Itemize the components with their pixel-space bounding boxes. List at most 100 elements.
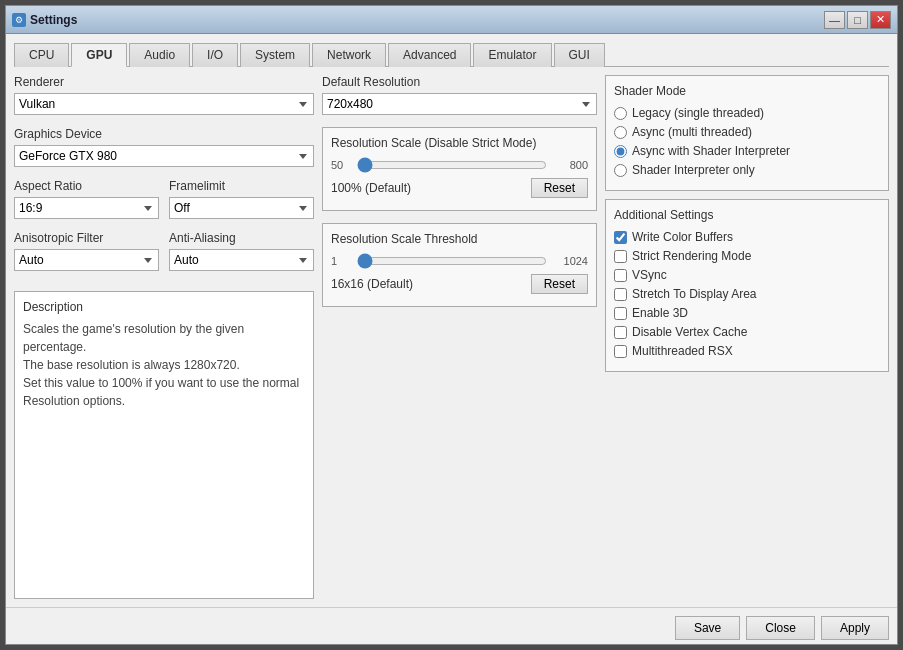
strict-rendering-row: Strict Rendering Mode bbox=[614, 249, 880, 263]
resolution-scale-label: Resolution Scale (Disable Strict Mode) bbox=[331, 136, 588, 150]
title-bar-left: ⚙ Settings bbox=[12, 13, 77, 27]
default-resolution-section: Default Resolution 720x480 1280x720 1920… bbox=[322, 75, 597, 115]
antialiasing-section: Anti-Aliasing Auto 2x 4x 8x bbox=[169, 231, 314, 271]
resolution-scale-footer: 100% (Default) Reset bbox=[331, 178, 588, 198]
tab-io[interactable]: I/O bbox=[192, 43, 238, 67]
write-color-buffers-label: Write Color Buffers bbox=[632, 230, 733, 244]
description-area: Description Scales the game's resolution… bbox=[14, 291, 314, 599]
resolution-threshold-group: Resolution Scale Threshold 1 1024 16x16 … bbox=[322, 223, 597, 307]
lower-left: Description Scales the game's resolution… bbox=[14, 283, 314, 599]
graphics-device-section: Graphics Device GeForce GTX 980 bbox=[14, 127, 314, 167]
resolution-threshold-reset-button[interactable]: Reset bbox=[531, 274, 588, 294]
shader-interpreter-only-radio[interactable] bbox=[614, 164, 627, 177]
resolution-scale-group: Resolution Scale (Disable Strict Mode) 5… bbox=[322, 127, 597, 211]
shader-legacy-row: Legacy (single threaded) bbox=[614, 106, 880, 120]
graphics-device-label: Graphics Device bbox=[14, 127, 314, 141]
footer: Save Close Apply bbox=[6, 607, 897, 644]
tab-gui[interactable]: GUI bbox=[554, 43, 605, 67]
enable-3d-label: Enable 3D bbox=[632, 306, 688, 320]
graphics-device-select[interactable]: GeForce GTX 980 bbox=[14, 145, 314, 167]
renderer-section: Renderer Vulkan OpenGL Null bbox=[14, 75, 314, 115]
window-title: Settings bbox=[30, 13, 77, 27]
resolution-scale-slider-row: 50 800 bbox=[331, 156, 588, 174]
save-button[interactable]: Save bbox=[675, 616, 740, 640]
tab-network[interactable]: Network bbox=[312, 43, 386, 67]
aspect-ratio-section: Aspect Ratio 16:9 4:3 Auto bbox=[14, 179, 159, 219]
resolution-scale-reset-button[interactable]: Reset bbox=[531, 178, 588, 198]
maximize-button[interactable]: □ bbox=[847, 11, 868, 29]
resolution-threshold-label: Resolution Scale Threshold bbox=[331, 232, 588, 246]
description-line3: Set this value to 100% if you want to us… bbox=[23, 374, 305, 410]
tab-audio[interactable]: Audio bbox=[129, 43, 190, 67]
aniso-aa-row: Anisotropic Filter Auto 2x 4x 8x 16x Ant… bbox=[14, 231, 314, 271]
tab-bar: CPU GPU Audio I/O System Network Advance… bbox=[14, 42, 889, 67]
middle-panel: Default Resolution 720x480 1280x720 1920… bbox=[322, 75, 597, 599]
vsync-checkbox[interactable] bbox=[614, 269, 627, 282]
shader-async-radio[interactable] bbox=[614, 126, 627, 139]
vsync-row: VSync bbox=[614, 268, 880, 282]
resolution-threshold-min: 1 bbox=[331, 255, 351, 267]
shader-async-interpreter-row: Async with Shader Interpreter bbox=[614, 144, 880, 158]
description-heading: Description bbox=[23, 300, 305, 314]
framelimit-select[interactable]: Off 30 60 120 bbox=[169, 197, 314, 219]
disable-vertex-cache-row: Disable Vertex Cache bbox=[614, 325, 880, 339]
main-area: Renderer Vulkan OpenGL Null Graphics Dev… bbox=[14, 75, 889, 599]
multithreaded-rsx-row: Multithreaded RSX bbox=[614, 344, 880, 358]
aspect-framelimit-row: Aspect Ratio 16:9 4:3 Auto Framelimit Of… bbox=[14, 179, 314, 219]
default-resolution-label: Default Resolution bbox=[322, 75, 597, 89]
resolution-scale-max: 800 bbox=[553, 159, 588, 171]
tab-cpu[interactable]: CPU bbox=[14, 43, 69, 67]
tab-gpu[interactable]: GPU bbox=[71, 43, 127, 67]
description-line2: The base resolution is always 1280x720. bbox=[23, 356, 305, 374]
shader-async-interpreter-radio[interactable] bbox=[614, 145, 627, 158]
enable-3d-checkbox[interactable] bbox=[614, 307, 627, 320]
resolution-threshold-max: 1024 bbox=[553, 255, 588, 267]
shader-interpreter-only-label: Shader Interpreter only bbox=[632, 163, 755, 177]
tab-advanced[interactable]: Advanced bbox=[388, 43, 471, 67]
strict-rendering-label: Strict Rendering Mode bbox=[632, 249, 751, 263]
stretch-display-row: Stretch To Display Area bbox=[614, 287, 880, 301]
anisotropic-label: Anisotropic Filter bbox=[14, 231, 159, 245]
default-resolution-select[interactable]: 720x480 1280x720 1920x1080 bbox=[322, 93, 597, 115]
close-button[interactable]: Close bbox=[746, 616, 815, 640]
aspect-ratio-select[interactable]: 16:9 4:3 Auto bbox=[14, 197, 159, 219]
multithreaded-rsx-label: Multithreaded RSX bbox=[632, 344, 733, 358]
tab-emulator[interactable]: Emulator bbox=[473, 43, 551, 67]
left-panel: Renderer Vulkan OpenGL Null Graphics Dev… bbox=[14, 75, 314, 599]
shader-mode-group: Shader Mode Legacy (single threaded) Asy… bbox=[605, 75, 889, 191]
settings-window: ⚙ Settings — □ ✕ CPU GPU Audio I/O Syste… bbox=[5, 5, 898, 645]
shader-interpreter-only-row: Shader Interpreter only bbox=[614, 163, 880, 177]
disable-vertex-cache-checkbox[interactable] bbox=[614, 326, 627, 339]
tab-system[interactable]: System bbox=[240, 43, 310, 67]
content-area: CPU GPU Audio I/O System Network Advance… bbox=[6, 34, 897, 607]
stretch-display-label: Stretch To Display Area bbox=[632, 287, 757, 301]
anisotropic-select[interactable]: Auto 2x 4x 8x 16x bbox=[14, 249, 159, 271]
additional-settings-group: Additional Settings Write Color Buffers … bbox=[605, 199, 889, 372]
close-window-button[interactable]: ✕ bbox=[870, 11, 891, 29]
resolution-threshold-slider-row: 1 1024 bbox=[331, 252, 588, 270]
additional-settings-title: Additional Settings bbox=[614, 208, 880, 222]
write-color-buffers-checkbox[interactable] bbox=[614, 231, 627, 244]
multithreaded-rsx-checkbox[interactable] bbox=[614, 345, 627, 358]
enable-3d-row: Enable 3D bbox=[614, 306, 880, 320]
stretch-display-checkbox[interactable] bbox=[614, 288, 627, 301]
shader-legacy-label: Legacy (single threaded) bbox=[632, 106, 764, 120]
aspect-ratio-label: Aspect Ratio bbox=[14, 179, 159, 193]
resolution-scale-slider[interactable] bbox=[357, 156, 547, 174]
renderer-select[interactable]: Vulkan OpenGL Null bbox=[14, 93, 314, 115]
apply-button[interactable]: Apply bbox=[821, 616, 889, 640]
resolution-threshold-slider[interactable] bbox=[357, 252, 547, 270]
title-bar: ⚙ Settings — □ ✕ bbox=[6, 6, 897, 34]
minimize-button[interactable]: — bbox=[824, 11, 845, 29]
right-panel: Shader Mode Legacy (single threaded) Asy… bbox=[605, 75, 889, 599]
shader-async-label: Async (multi threaded) bbox=[632, 125, 752, 139]
strict-rendering-checkbox[interactable] bbox=[614, 250, 627, 263]
shader-mode-title: Shader Mode bbox=[614, 84, 880, 98]
description-text: Scales the game's resolution by the give… bbox=[23, 320, 305, 410]
shader-legacy-radio[interactable] bbox=[614, 107, 627, 120]
write-color-buffers-row: Write Color Buffers bbox=[614, 230, 880, 244]
resolution-scale-min: 50 bbox=[331, 159, 351, 171]
resolution-threshold-footer: 16x16 (Default) Reset bbox=[331, 274, 588, 294]
antialiasing-label: Anti-Aliasing bbox=[169, 231, 314, 245]
antialiasing-select[interactable]: Auto 2x 4x 8x bbox=[169, 249, 314, 271]
